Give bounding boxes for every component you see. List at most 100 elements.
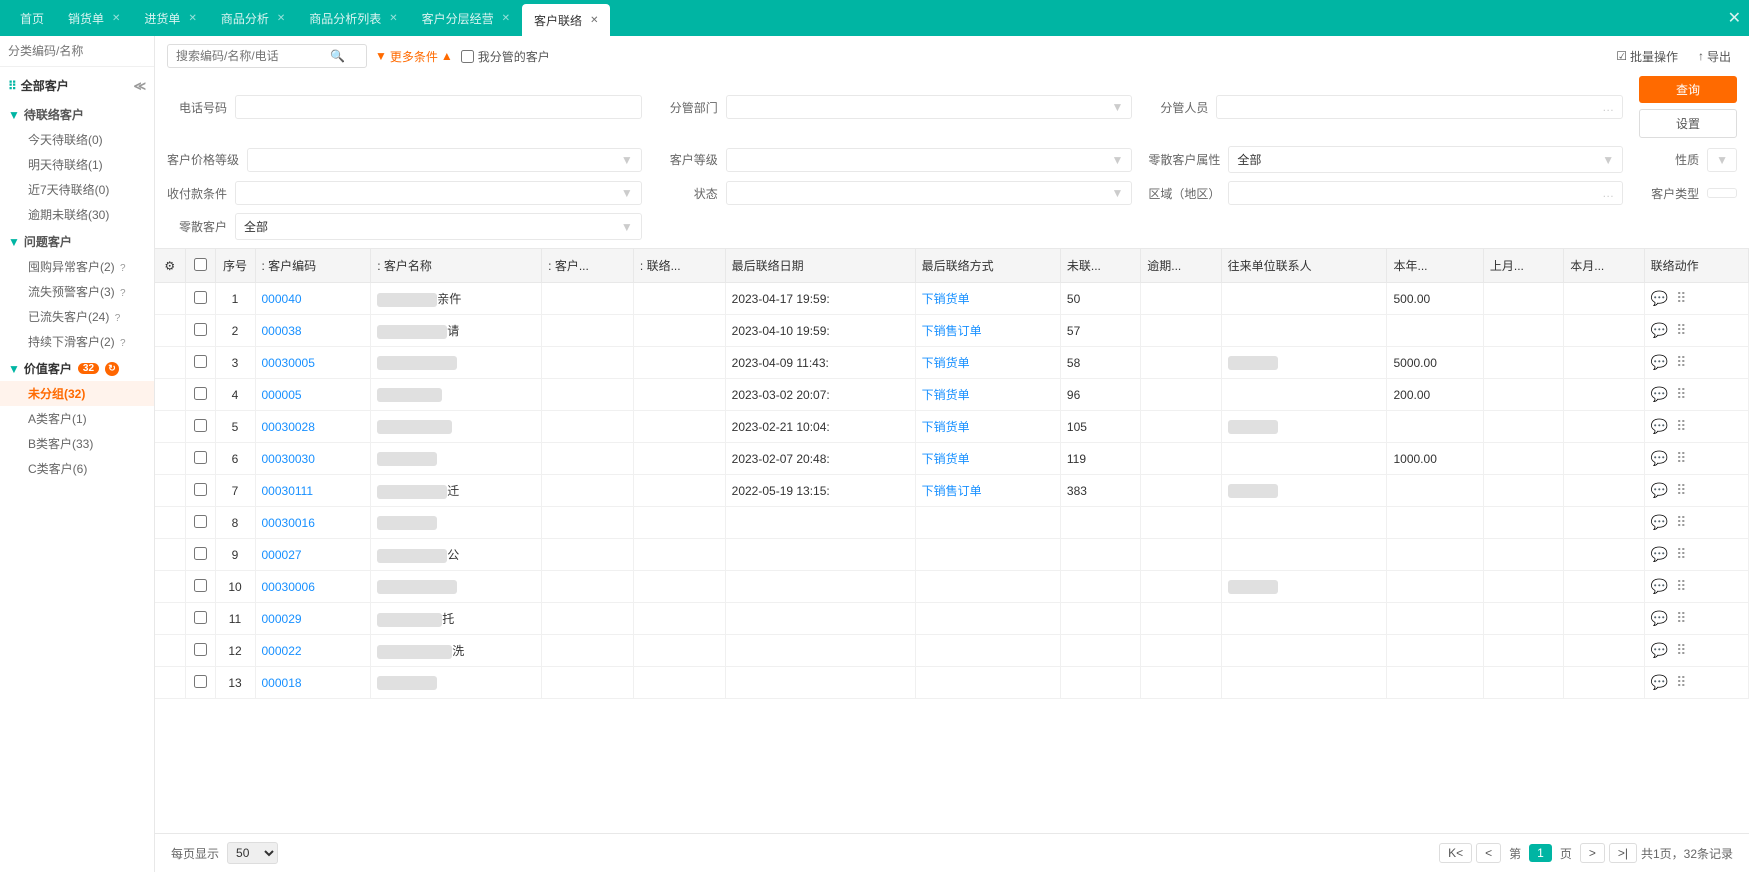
row-checkbox[interactable] xyxy=(194,355,207,368)
contact-person-header[interactable]: 往来单位联系人 xyxy=(1221,249,1387,283)
main-search-icon[interactable]: 🔍 xyxy=(330,49,345,63)
close-goods-analysis-icon[interactable]: ✕ xyxy=(277,13,285,24)
row-last-method[interactable]: 下销货单 xyxy=(915,283,1060,315)
select-all-checkbox[interactable] xyxy=(194,258,207,271)
more-conditions-btn[interactable]: ▼ 更多条件 ▲ xyxy=(375,48,453,65)
chat-icon[interactable]: 💬 xyxy=(1651,482,1668,499)
problem-section[interactable]: ▼ 问题客户 xyxy=(0,227,154,254)
row-name[interactable]: 亲仵 xyxy=(371,283,542,315)
row-checkbox-cell[interactable] xyxy=(185,443,215,475)
row-code[interactable]: 00030005 xyxy=(255,347,371,379)
row-last-method[interactable] xyxy=(915,539,1060,571)
query-button[interactable]: 查询 xyxy=(1639,76,1737,103)
category-search-input[interactable] xyxy=(8,44,155,58)
last-contact-date-header[interactable]: 最后联络日期 xyxy=(725,249,915,283)
row-checkbox[interactable] xyxy=(194,451,207,464)
row-checkbox[interactable] xyxy=(194,643,207,656)
close-all-button[interactable]: ✕ xyxy=(1728,8,1741,28)
export-button[interactable]: ↑ 导出 xyxy=(1692,45,1737,68)
row-name[interactable] xyxy=(371,667,542,699)
row-checkbox-cell[interactable] xyxy=(185,635,215,667)
row-checkbox-cell[interactable] xyxy=(185,475,215,507)
batch-ops-button[interactable]: ☑ 批量操作 xyxy=(1610,45,1684,68)
row-checkbox[interactable] xyxy=(194,579,207,592)
collapse-sidebar-icon[interactable]: ≪ xyxy=(133,79,146,93)
unlink-days-header[interactable]: 未联... xyxy=(1060,249,1140,283)
close-segment-icon[interactable]: ✕ xyxy=(502,13,510,24)
sidebar-item-b-class[interactable]: B类客户(33) xyxy=(0,431,154,456)
row-checkbox-cell[interactable] xyxy=(185,379,215,411)
tab-goods-analysis-list[interactable]: 商品分析列表 ✕ xyxy=(297,0,409,36)
row-last-method[interactable]: 下销货单 xyxy=(915,411,1060,443)
tab-sales[interactable]: 销货单 ✕ xyxy=(56,0,132,36)
all-customers-header[interactable]: ⠿ 全部客户 ≪ xyxy=(0,71,154,100)
row-code[interactable]: 000018 xyxy=(255,667,371,699)
row-name[interactable]: 托 xyxy=(371,603,542,635)
row-last-method[interactable] xyxy=(915,635,1060,667)
row-checkbox[interactable] xyxy=(194,515,207,528)
sidebar-item-tomorrow-pending[interactable]: 明天待联络(1) xyxy=(0,152,154,177)
main-search-input[interactable] xyxy=(176,49,326,63)
row-checkbox-cell[interactable] xyxy=(185,507,215,539)
close-goods-list-icon[interactable]: ✕ xyxy=(389,13,397,24)
more-action-icon[interactable]: ⠿ xyxy=(1676,322,1686,339)
sidebar-item-c-class[interactable]: C类客户(6) xyxy=(0,456,154,481)
more-action-icon[interactable]: ⠿ xyxy=(1676,578,1686,595)
last-month-header[interactable]: 上月... xyxy=(1483,249,1563,283)
sidebar-item-7days-pending[interactable]: 近7天待联络(0) xyxy=(0,177,154,202)
chat-icon[interactable]: 💬 xyxy=(1651,610,1668,627)
row-last-method[interactable]: 下销货单 xyxy=(915,443,1060,475)
row-checkbox-cell[interactable] xyxy=(185,347,215,379)
sidebar-item-abnormal[interactable]: 囤购异常客户(2) ? xyxy=(0,254,154,279)
row-checkbox[interactable] xyxy=(194,291,207,304)
chat-icon[interactable]: 💬 xyxy=(1651,418,1668,435)
row-last-method[interactable]: 下销货单 xyxy=(915,379,1060,411)
row-checkbox[interactable] xyxy=(194,387,207,400)
chat-icon[interactable]: 💬 xyxy=(1651,322,1668,339)
chat-icon[interactable]: 💬 xyxy=(1651,386,1668,403)
row-code[interactable]: 000022 xyxy=(255,635,371,667)
first-page-button[interactable]: K< xyxy=(1439,843,1472,863)
row-last-method[interactable] xyxy=(915,507,1060,539)
more-action-icon[interactable]: ⠿ xyxy=(1676,642,1686,659)
row-code[interactable]: 000029 xyxy=(255,603,371,635)
sidebar-item-overdue-pending[interactable]: 逾期未联络(30) xyxy=(0,202,154,227)
row-last-method[interactable]: 下销售订单 xyxy=(915,475,1060,507)
value-section[interactable]: ▼ 价值客户 32 ↻ xyxy=(0,354,154,381)
search-box[interactable]: 🔍 xyxy=(167,44,367,68)
row-name[interactable] xyxy=(371,347,542,379)
settings-column-header[interactable]: ⚙ xyxy=(155,249,185,283)
reset-button[interactable]: 设置 xyxy=(1639,109,1737,138)
row-name[interactable] xyxy=(371,411,542,443)
my-customers-toggle[interactable]: 我分管的客户 xyxy=(461,48,550,65)
sidebar-item-churned[interactable]: 已流失客户(24) ? xyxy=(0,304,154,329)
prev-page-button[interactable]: < xyxy=(1476,843,1501,863)
code-column-header[interactable]: : 客户编码 xyxy=(255,249,371,283)
contact-col-header[interactable]: : 联络... xyxy=(633,249,725,283)
chat-icon[interactable]: 💬 xyxy=(1651,674,1668,691)
row-checkbox-cell[interactable] xyxy=(185,667,215,699)
last-page-button[interactable]: >| xyxy=(1609,843,1637,863)
row-code[interactable]: 000005 xyxy=(255,379,371,411)
retail-attr-select[interactable]: 全部 ▼ xyxy=(1228,146,1623,173)
next-page-button[interactable]: > xyxy=(1580,843,1605,863)
close-sales-icon[interactable]: ✕ xyxy=(112,13,120,24)
this-month-header[interactable]: 本月... xyxy=(1564,249,1644,283)
row-checkbox[interactable] xyxy=(194,323,207,336)
page-size-select[interactable]: 50 100 200 xyxy=(227,842,278,864)
row-name[interactable] xyxy=(371,571,542,603)
year-amount-header[interactable]: 本年... xyxy=(1387,249,1483,283)
overdue-header[interactable]: 逾期... xyxy=(1141,249,1221,283)
row-checkbox-cell[interactable] xyxy=(185,411,215,443)
tab-customer-segment[interactable]: 客户分层经营 ✕ xyxy=(410,0,522,36)
my-customers-checkbox[interactable] xyxy=(461,50,474,63)
row-name[interactable]: 公 xyxy=(371,539,542,571)
row-last-method[interactable] xyxy=(915,603,1060,635)
chat-icon[interactable]: 💬 xyxy=(1651,354,1668,371)
more-action-icon[interactable]: ⠿ xyxy=(1676,450,1686,467)
more-action-icon[interactable]: ⠿ xyxy=(1676,290,1686,307)
row-checkbox-cell[interactable] xyxy=(185,539,215,571)
row-code[interactable]: 00030028 xyxy=(255,411,371,443)
pending-section[interactable]: ▼ 待联络客户 xyxy=(0,100,154,127)
region-select[interactable]: … xyxy=(1228,181,1623,205)
